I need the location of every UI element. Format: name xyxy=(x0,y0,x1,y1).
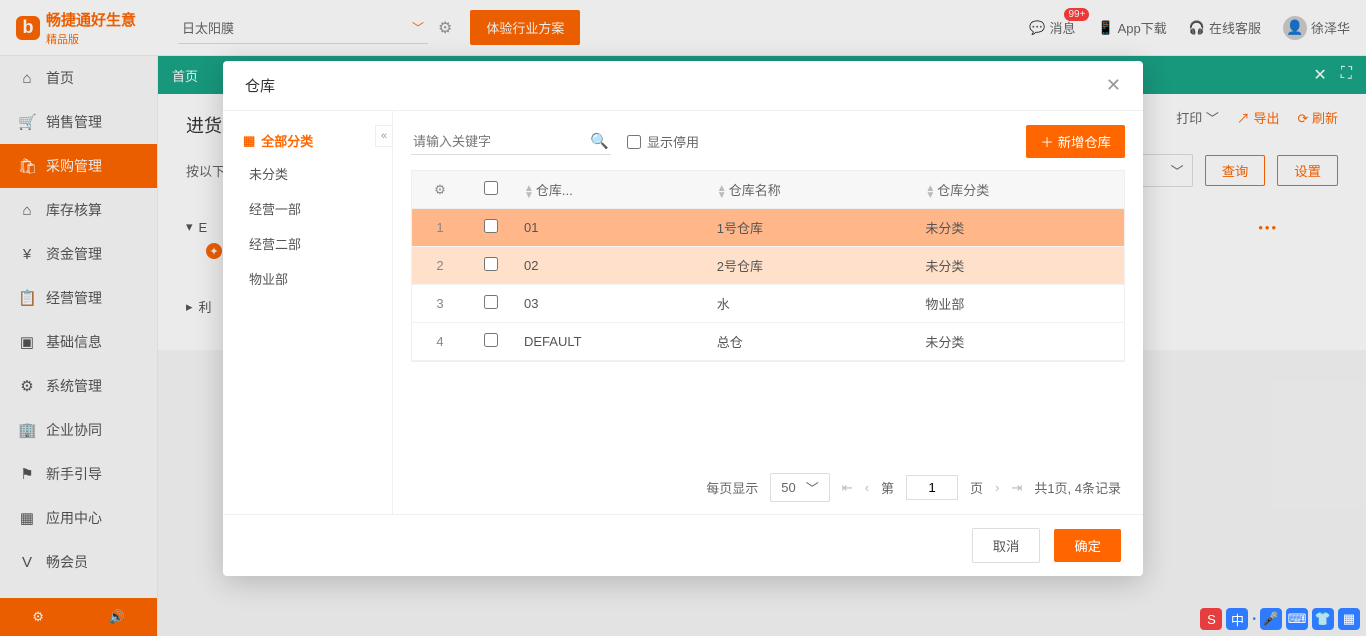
ok-button[interactable]: 确定 xyxy=(1054,529,1121,562)
page-next-icon[interactable]: › xyxy=(995,480,999,495)
cancel-button[interactable]: 取消 xyxy=(972,528,1041,563)
page-size-select[interactable]: 50 ﹀ xyxy=(770,473,829,502)
ime-grid-icon[interactable]: ▦ xyxy=(1338,608,1360,630)
ime-sogou-icon[interactable]: S xyxy=(1200,608,1222,630)
chevron-down-icon: ﹀ xyxy=(806,478,819,497)
search-icon[interactable]: 🔍 xyxy=(590,132,609,150)
col-config[interactable]: ⚙ xyxy=(412,171,468,209)
page-size-label: 每页显示 xyxy=(706,478,758,497)
table-row[interactable]: 3 03 水 物业部 xyxy=(412,285,1124,323)
collapse-category-icon[interactable]: « xyxy=(375,125,393,147)
ime-dot-icon: • xyxy=(1252,614,1256,625)
table-row[interactable]: 4 DEFAULT 总仓 未分类 xyxy=(412,323,1124,361)
row-checkbox[interactable] xyxy=(484,219,498,233)
page-number-input[interactable] xyxy=(906,475,958,500)
warehouse-table: ⚙ ▲▼仓库... ▲▼仓库名称 ▲▼仓库分类 1 01 1号仓库 xyxy=(411,170,1125,362)
page-first-icon[interactable]: ⇤ xyxy=(842,480,853,496)
page-summary: 共1页, 4条记录 xyxy=(1034,478,1121,497)
gear-icon: ⚙ xyxy=(434,182,446,197)
category-item[interactable]: 物业部 xyxy=(223,261,392,296)
ime-keyboard-icon[interactable]: ⌨ xyxy=(1286,608,1308,630)
col-name[interactable]: ▲▼仓库名称 xyxy=(707,171,916,209)
grid-icon: ▦ xyxy=(243,133,255,149)
category-item[interactable]: 经营二部 xyxy=(223,226,392,261)
search-input[interactable] xyxy=(413,134,590,149)
table-row[interactable]: 1 01 1号仓库 未分类 xyxy=(412,209,1124,247)
warehouse-modal: 仓库 ✕ « ▦ 全部分类 未分类 经营一部 经营二部 物业部 🔍 显示停 xyxy=(223,61,1143,576)
select-all-checkbox[interactable] xyxy=(484,181,498,195)
modal-title: 仓库 xyxy=(245,75,275,96)
add-warehouse-button[interactable]: ＋ 新增仓库 xyxy=(1026,125,1125,158)
search-box[interactable]: 🔍 xyxy=(411,128,611,155)
page-prev-icon[interactable]: ‹ xyxy=(865,480,869,495)
row-checkbox[interactable] xyxy=(484,295,498,309)
ime-mic-icon[interactable]: 🎤 xyxy=(1260,608,1282,630)
ime-skin-icon[interactable]: 👕 xyxy=(1312,608,1334,630)
category-all[interactable]: ▦ 全部分类 xyxy=(223,125,392,156)
col-cat[interactable]: ▲▼仓库分类 xyxy=(915,171,1124,209)
col-code[interactable]: ▲▼仓库... xyxy=(514,171,707,209)
row-checkbox[interactable] xyxy=(484,333,498,347)
page-last-icon[interactable]: ⇥ xyxy=(1011,480,1022,496)
show-stopped-toggle[interactable]: 显示停用 xyxy=(627,132,699,151)
table-row[interactable]: 2 02 2号仓库 未分类 xyxy=(412,247,1124,285)
ime-lang-icon[interactable]: 中 xyxy=(1226,608,1248,630)
plus-icon: ＋ xyxy=(1040,132,1053,151)
modal-close-icon[interactable]: ✕ xyxy=(1106,75,1121,96)
ime-toolbar: S 中 • 🎤 ⌨ 👕 ▦ xyxy=(1200,608,1360,630)
show-stopped-checkbox[interactable] xyxy=(627,135,641,149)
category-item[interactable]: 未分类 xyxy=(223,156,392,191)
row-checkbox[interactable] xyxy=(484,257,498,271)
category-item[interactable]: 经营一部 xyxy=(223,191,392,226)
